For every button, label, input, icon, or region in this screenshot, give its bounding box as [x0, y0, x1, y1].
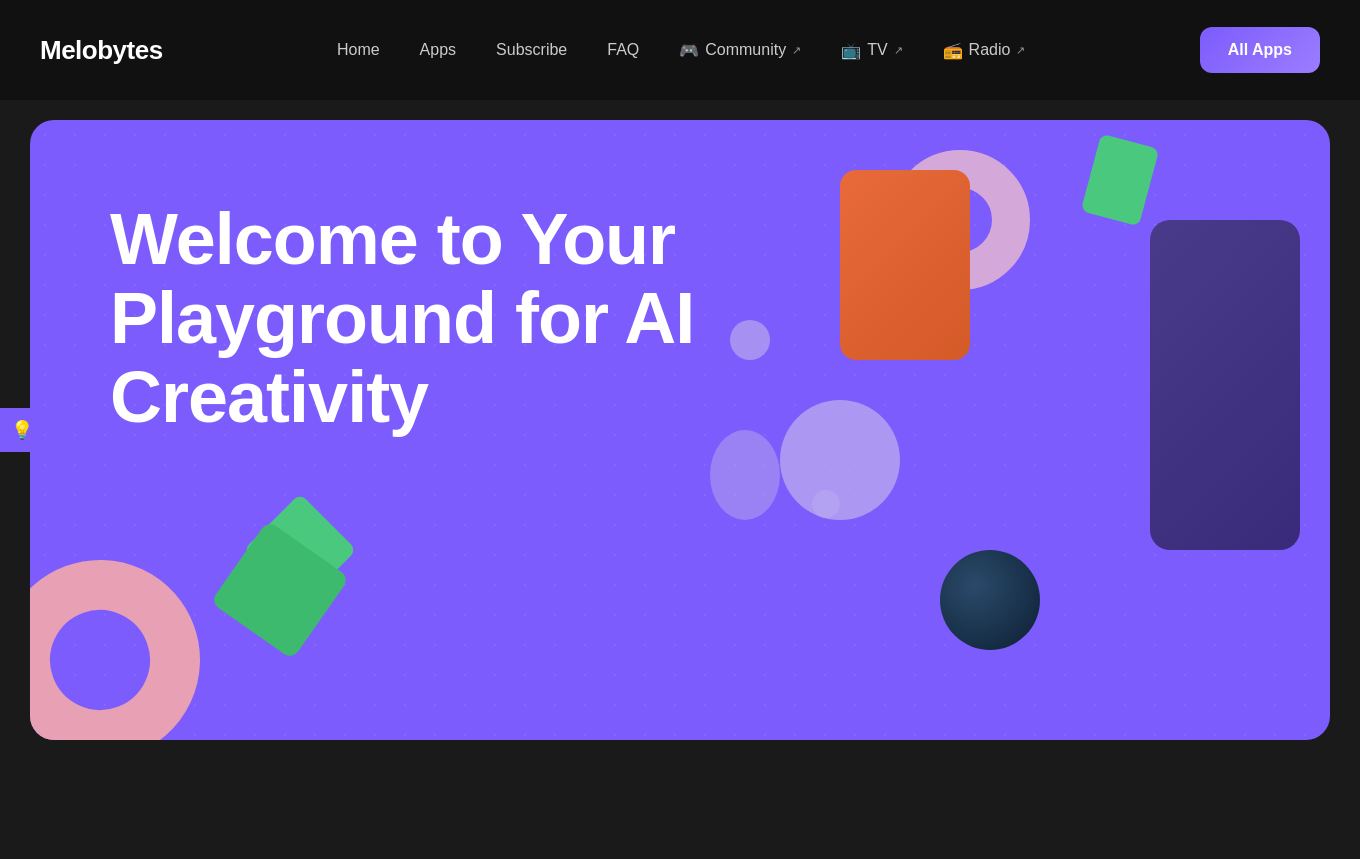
- bumpy-cylinder-purple: [1150, 220, 1300, 550]
- nav-apps[interactable]: Apps: [404, 33, 472, 67]
- logo[interactable]: Melobytes: [40, 35, 163, 66]
- hero-text-block: Welcome to Your Playground for AI Creati…: [110, 200, 694, 438]
- nav-community[interactable]: 🎮 Community ↗: [663, 33, 817, 68]
- lightbulb-icon: 💡: [11, 419, 33, 441]
- ball-dark: [940, 550, 1040, 650]
- hero-section: Welcome to Your Playground for AI Creati…: [30, 120, 1330, 740]
- nav-radio[interactable]: 📻 Radio ↗: [927, 33, 1042, 68]
- all-apps-button[interactable]: All Apps: [1200, 27, 1320, 73]
- torus-pink-shape: [30, 532, 228, 740]
- nav-tv[interactable]: 📺 TV ↗: [825, 33, 918, 68]
- nav-faq[interactable]: FAQ: [591, 33, 655, 67]
- circle-blue-large: [780, 400, 900, 520]
- radio-icon: 📻: [943, 41, 963, 60]
- nav-subscribe[interactable]: Subscribe: [480, 33, 583, 67]
- circle-small-1: [730, 320, 770, 360]
- circle-small-2: [812, 490, 840, 518]
- nav-home[interactable]: Home: [321, 33, 396, 67]
- external-link-icon-radio: ↗: [1016, 44, 1025, 57]
- external-link-icon: ↗: [792, 44, 801, 57]
- hero-wrapper: Welcome to Your Playground for AI Creati…: [0, 100, 1360, 770]
- tv-icon: 📺: [841, 41, 861, 60]
- community-icon: 🎮: [679, 41, 699, 60]
- theme-toggle-button[interactable]: 💡: [0, 408, 44, 452]
- external-link-icon-tv: ↗: [894, 44, 903, 57]
- nav-links: Home Apps Subscribe FAQ 🎮 Community ↗: [321, 33, 1042, 68]
- cylinder-orange: [840, 170, 970, 360]
- oval-shape: [710, 430, 780, 520]
- rect-green: [1081, 134, 1160, 227]
- navbar: Melobytes Home Apps Subscribe FAQ 🎮 Com: [0, 0, 1360, 100]
- hero-title: Welcome to Your Playground for AI Creati…: [110, 200, 694, 438]
